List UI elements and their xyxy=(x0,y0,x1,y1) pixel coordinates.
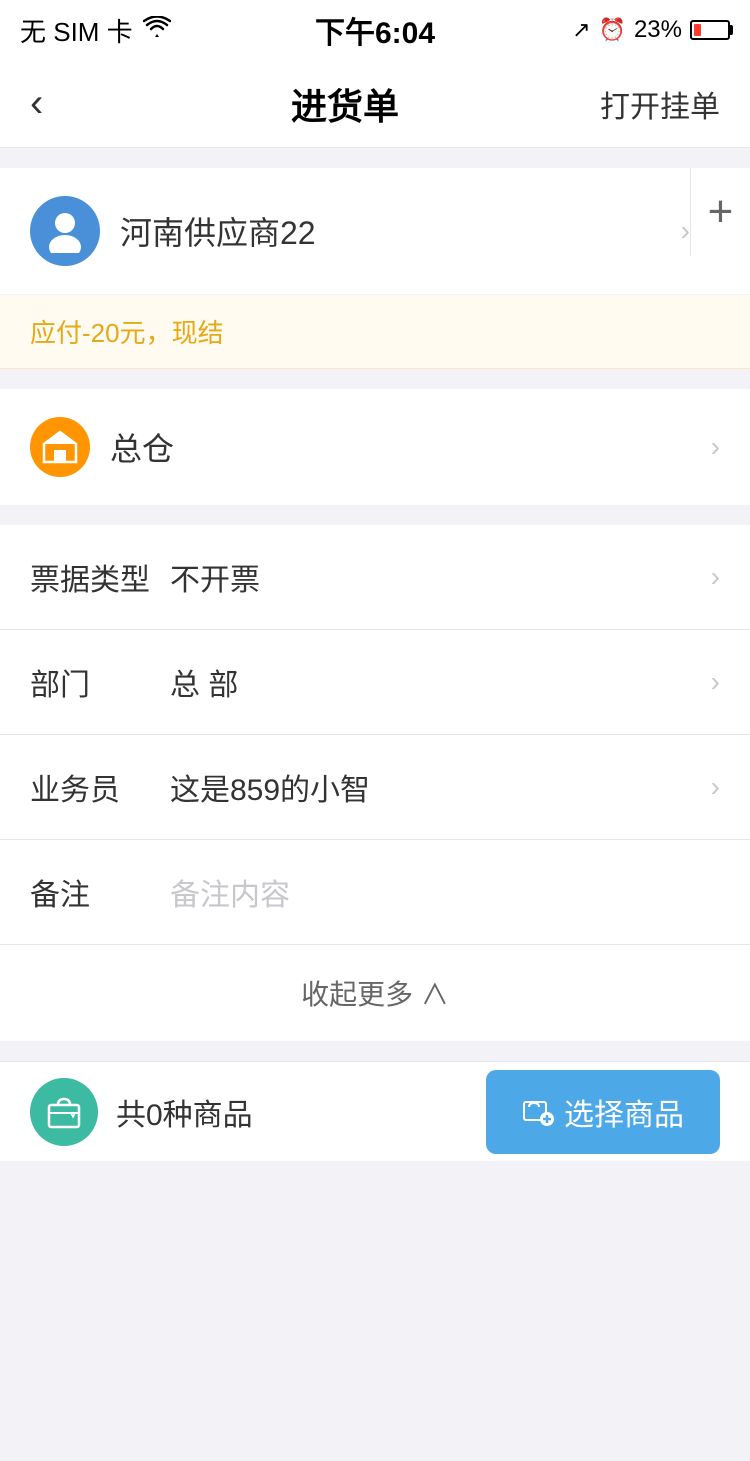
battery-icon xyxy=(690,20,730,40)
remark-row[interactable]: 备注 备注内容 xyxy=(0,840,750,944)
status-time: 下午6:04 xyxy=(315,8,435,52)
salesman-row[interactable]: 业务员 这是859的小智 › xyxy=(0,735,750,840)
salesman-label: 业务员 xyxy=(30,765,160,809)
invoice-arrow-icon: › xyxy=(711,561,720,593)
carrier-label: 无 SIM 卡 xyxy=(20,12,133,49)
shopping-bag-icon xyxy=(45,1095,83,1129)
gap-1 xyxy=(0,148,750,168)
select-product-label: 选择商品 xyxy=(564,1090,684,1134)
remark-input[interactable]: 备注内容 xyxy=(170,870,720,914)
invoice-label: 票据类型 xyxy=(30,555,160,599)
salesman-value: 这是859的小智 xyxy=(170,765,711,809)
alarm-icon: ⏰ xyxy=(599,17,626,43)
warehouse-arrow-icon: › xyxy=(711,431,720,463)
product-icon xyxy=(30,1078,98,1146)
notice-bar: 应付-20元，现结 xyxy=(0,295,750,369)
salesman-arrow-icon: › xyxy=(711,771,720,803)
status-right: ↗ ⏰ 23% xyxy=(572,16,730,44)
warehouse-name: 总仓 xyxy=(110,424,711,470)
dept-row[interactable]: 部门 总 部 › xyxy=(0,630,750,735)
dept-arrow-icon: › xyxy=(711,666,720,698)
warehouse-row[interactable]: 总仓 › xyxy=(0,389,750,505)
select-product-button[interactable]: 选择商品 xyxy=(486,1070,720,1154)
person-icon xyxy=(43,209,87,253)
invoice-value: 不开票 xyxy=(170,555,711,599)
status-bar: 无 SIM 卡 下午6:04 ↗ ⏰ 23% xyxy=(0,0,750,60)
gap-2 xyxy=(0,369,750,389)
select-product-icon xyxy=(522,1098,554,1126)
location-icon: ↗ xyxy=(572,17,590,43)
back-button[interactable]: ‹ xyxy=(30,81,90,126)
gap-4 xyxy=(0,1041,750,1061)
supplier-avatar xyxy=(30,196,100,266)
supplier-row[interactable]: 河南供应商22 › + xyxy=(0,168,750,295)
warehouse-card: 总仓 › xyxy=(0,389,750,505)
dept-value: 总 部 xyxy=(170,660,711,704)
page-title: 进货单 xyxy=(291,78,399,130)
collapse-label: 收起更多 ∧ xyxy=(301,973,449,1013)
invoice-type-row[interactable]: 票据类型 不开票 › xyxy=(0,525,750,630)
product-count-label: 共0种商品 xyxy=(116,1090,486,1134)
supplier-arrow-icon: › xyxy=(681,215,690,247)
battery-percent: 23% xyxy=(634,16,682,44)
product-bar: 共0种商品 选择商品 xyxy=(0,1061,750,1161)
nav-bar: ‹ 进货单 打开挂单 xyxy=(0,60,750,148)
wifi-icon xyxy=(143,16,171,44)
remark-label: 备注 xyxy=(30,870,160,914)
warehouse-icon xyxy=(30,417,90,477)
status-left: 无 SIM 卡 xyxy=(20,12,171,49)
add-supplier-button[interactable]: + xyxy=(690,168,750,256)
dept-label: 部门 xyxy=(30,660,160,704)
notice-text: 应付-20元，现结 xyxy=(30,318,224,348)
gap-3 xyxy=(0,505,750,525)
background-fill xyxy=(0,1161,750,1461)
supplier-name: 河南供应商22 xyxy=(120,208,681,254)
collapse-button[interactable]: 收起更多 ∧ xyxy=(0,944,750,1041)
form-section: 票据类型 不开票 › 部门 总 部 › 业务员 这是859的小智 › 备注 备注… xyxy=(0,525,750,1041)
house-icon xyxy=(42,430,78,464)
open-pending-button[interactable]: 打开挂单 xyxy=(600,82,720,126)
supplier-card: 河南供应商22 › + 应付-20元，现结 xyxy=(0,168,750,369)
